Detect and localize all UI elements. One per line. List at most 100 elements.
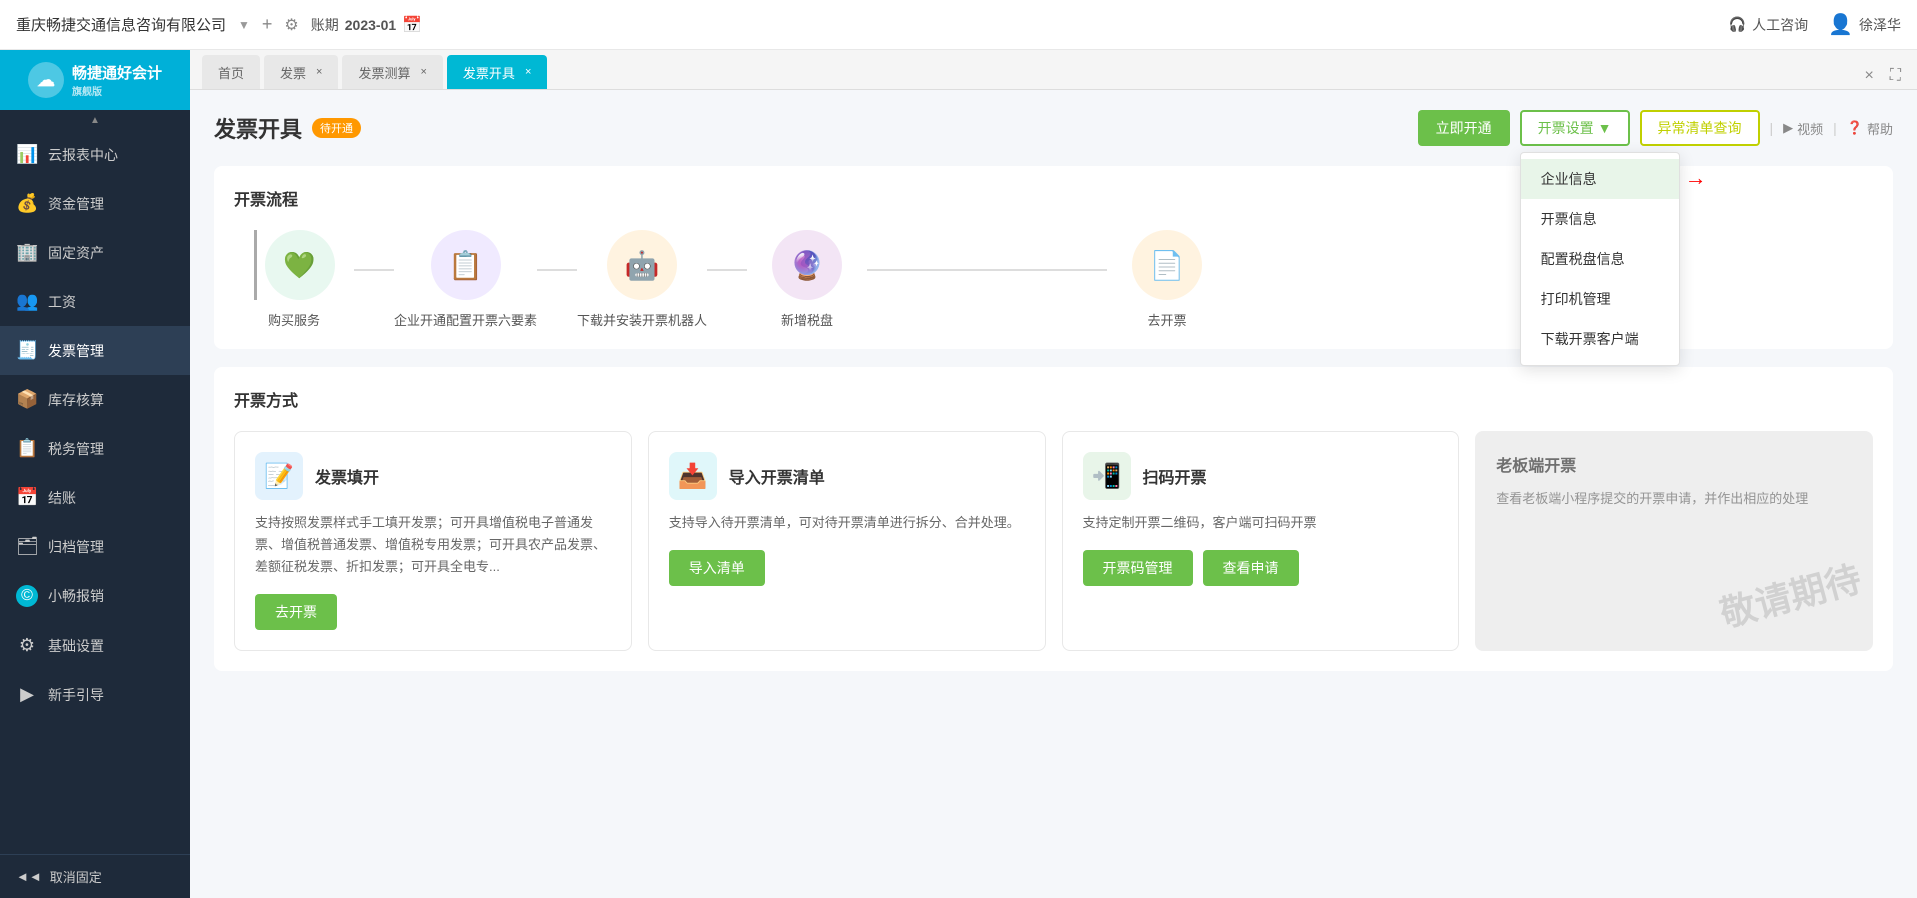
tab-invoice-close[interactable]: × — [316, 66, 322, 78]
billing-methods-title: 开票方式 — [234, 387, 1873, 411]
sidebar-item-label-archive: 归档管理 — [48, 537, 104, 557]
manual-fill-btn[interactable]: 去开票 — [255, 594, 337, 630]
tab-invoice-issue-close[interactable]: × — [525, 66, 531, 78]
logo-text: 畅捷通好会计 旗舰版 — [72, 62, 162, 98]
import-list-desc: 支持导入待开票清单，可对待开票清单进行拆分、合并处理。 — [669, 512, 1025, 534]
video-button[interactable]: ▶ 视频 — [1783, 119, 1823, 138]
dropdown-item-printer[interactable]: 打印机管理 — [1521, 279, 1679, 319]
flow-line-4b — [907, 269, 947, 271]
accounting-icon: 📅 — [16, 487, 38, 508]
logo-sub-text: 旗舰版 — [72, 83, 162, 98]
sidebar-item-assets[interactable]: 🏢 固定资产 — [0, 228, 190, 277]
robot-icon: 🤖 — [625, 249, 660, 282]
sidebar-item-report-sales[interactable]: © 小畅报销 — [0, 571, 190, 621]
sidebar-item-settings[interactable]: ⚙ 基础设置 — [0, 621, 190, 670]
logo-main-text: 畅捷通好会计 — [72, 62, 162, 83]
billing-card-manual-fill: 📝 发票填开 支持按照发票样式手工填开发票；可开具增值税电子普通发票、增值税普通… — [234, 431, 632, 651]
go-invoice-icon-wrap: 📄 — [1132, 230, 1202, 300]
tab-invoice[interactable]: 发票 × — [264, 55, 338, 89]
sidebar-item-archive[interactable]: 🗂 归档管理 — [0, 522, 190, 571]
watermark-text: 敬请期待 — [1714, 551, 1867, 639]
main-layout: ☁ 畅捷通好会计 旗舰版 ▲ 📊 云报表中心 💰 资金管理 🏢 固定资产 👥 — [0, 50, 1917, 898]
settings-icon[interactable]: ⚙ — [284, 15, 298, 35]
tab-close-btn[interactable]: × — [1860, 63, 1877, 89]
config-enterprise-icon-wrap: 📋 — [431, 230, 501, 300]
content-area: 首页 发票 × 发票测算 × 发票开具 × × ⛶ — [190, 50, 1917, 898]
dropdown-item-company-info[interactable]: 企业信息 → — [1521, 159, 1679, 199]
sidebar-scroll-up[interactable]: ▲ — [0, 110, 190, 130]
capital-icon: 💰 — [16, 193, 38, 214]
play-icon: ▶ — [1783, 120, 1793, 136]
status-badge: 待开通 — [312, 118, 361, 138]
tab-invoice-test[interactable]: 发票测算 × — [342, 55, 442, 89]
manual-fill-icon: 📝 — [255, 452, 303, 500]
tab-expand-btn[interactable]: ⛶ — [1886, 63, 1905, 89]
tab-invoice-test-close[interactable]: × — [420, 66, 426, 78]
sidebar-item-guide[interactable]: ▶ 新手引导 — [0, 670, 190, 719]
activate-button[interactable]: 立即开通 — [1418, 110, 1510, 146]
period-value: 2023-01 — [345, 17, 396, 33]
calendar-icon[interactable]: 📅 — [402, 15, 422, 35]
dropdown-company-info-label: 企业信息 — [1541, 169, 1597, 189]
dropdown-download-client-label: 下载开票客户端 — [1541, 329, 1639, 349]
scan-invoice-btn1[interactable]: 开票码管理 — [1083, 550, 1193, 586]
add-taxdisk-icon-wrap: 🔮 — [772, 230, 842, 300]
manual-fill-title: 发票填开 — [315, 464, 379, 488]
scan-invoice-btns: 开票码管理 查看申请 — [1083, 550, 1439, 586]
user-name[interactable]: 徐泽华 — [1859, 15, 1901, 35]
red-arrow-icon: → — [1685, 165, 1707, 191]
billing-methods-list: 📝 发票填开 支持按照发票样式手工填开发票；可开具增值税电子普通发票、增值税普通… — [234, 431, 1873, 651]
company-dropdown-icon[interactable]: ▼ — [238, 18, 250, 32]
buy-service-icon-wrap: 💚 — [265, 230, 335, 300]
sidebar-item-inventory[interactable]: 📦 库存核算 — [0, 375, 190, 424]
billing-card-boss-invoice-header: 老板端开票 — [1496, 452, 1852, 476]
sidebar-item-reports[interactable]: 📊 云报表中心 — [0, 130, 190, 179]
import-list-icon: 📥 — [669, 452, 717, 500]
sidebar-item-accounting[interactable]: 📅 结账 — [0, 473, 190, 522]
question-icon: ❓ — [1847, 120, 1863, 136]
user-avatar-icon: 👤 — [1828, 12, 1853, 37]
tab-invoice-test-label: 发票测算 — [358, 63, 410, 82]
sidebar-item-salary[interactable]: 👥 工资 — [0, 277, 190, 326]
divider-vertical: | — [1770, 120, 1774, 136]
add-company-btn[interactable]: + — [262, 14, 273, 35]
tab-home[interactable]: 首页 — [202, 55, 260, 89]
page-title: 发票开具 — [214, 112, 302, 144]
tab-home-label: 首页 — [218, 63, 244, 82]
sidebar-item-invoice-mgmt[interactable]: 🧾 发票管理 — [0, 326, 190, 375]
sidebar-bottom[interactable]: ◄◄ 取消固定 — [0, 854, 190, 898]
tab-invoice-issue[interactable]: 发票开具 × — [447, 55, 547, 89]
flow-step-config-enterprise: 📋 企业开通配置开票六要素 — [394, 230, 537, 329]
settings-dropdown-menu: 企业信息 → 开票信息 配置税盘信息 打印机管理 — [1520, 152, 1680, 366]
flow-line-4 — [867, 269, 907, 271]
dropdown-item-download-client[interactable]: 下载开票客户端 — [1521, 319, 1679, 359]
add-taxdisk-label: 新增税盘 — [781, 310, 833, 329]
billing-card-scan-invoice-header: 📲 扫码开票 — [1083, 452, 1439, 500]
flow-step-buy-service: 💚 购买服务 — [234, 230, 354, 329]
tab-bar: 首页 发票 × 发票测算 × 发票开具 × × ⛶ — [190, 50, 1917, 90]
heart-icon: 💚 — [283, 250, 315, 281]
billing-card-manual-fill-header: 📝 发票填开 — [255, 452, 611, 500]
dropdown-item-tax-config[interactable]: 配置税盘信息 — [1521, 239, 1679, 279]
settings-button[interactable]: 开票设置 ▼ — [1520, 110, 1630, 146]
billing-card-scan-invoice: 📲 扫码开票 支持定制开票二维码，客户端可扫码开票 开票码管理 查看申请 — [1062, 431, 1460, 651]
scan-invoice-btn2[interactable]: 查看申请 — [1203, 550, 1299, 586]
help-button[interactable]: ❓ 帮助 — [1847, 119, 1893, 138]
step-indicator: 💚 — [254, 230, 335, 300]
flow-line-3 — [707, 269, 747, 271]
sidebar-menu: 📊 云报表中心 💰 资金管理 🏢 固定资产 👥 工资 🧾 发票管理 📦 — [0, 130, 190, 854]
sidebar-item-capital[interactable]: 💰 资金管理 — [0, 179, 190, 228]
top-header: 重庆畅捷交通信息咨询有限公司 ▼ + ⚙ 账期 2023-01 📅 🎧 人工咨询… — [0, 0, 1917, 50]
import-list-btn[interactable]: 导入清单 — [669, 550, 765, 586]
logo-icon: ☁ — [28, 62, 64, 98]
dropdown-item-invoice-info[interactable]: 开票信息 — [1521, 199, 1679, 239]
tax-icon: 📋 — [16, 438, 38, 459]
sidebar-item-tax[interactable]: 📋 税务管理 — [0, 424, 190, 473]
manual-fill-desc: 支持按照发票样式手工填开发票；可开具增值税电子普通发票、增值税普通发票、增值税专… — [255, 512, 611, 578]
go-invoice-label: 去开票 — [1148, 310, 1187, 329]
flow-step-add-taxdisk: 🔮 新增税盘 — [747, 230, 867, 329]
salary-icon: 👥 — [16, 291, 38, 312]
help-label: 帮助 — [1867, 119, 1893, 138]
support-label[interactable]: 人工咨询 — [1752, 15, 1808, 35]
exception-button[interactable]: 异常清单查询 — [1640, 110, 1760, 146]
